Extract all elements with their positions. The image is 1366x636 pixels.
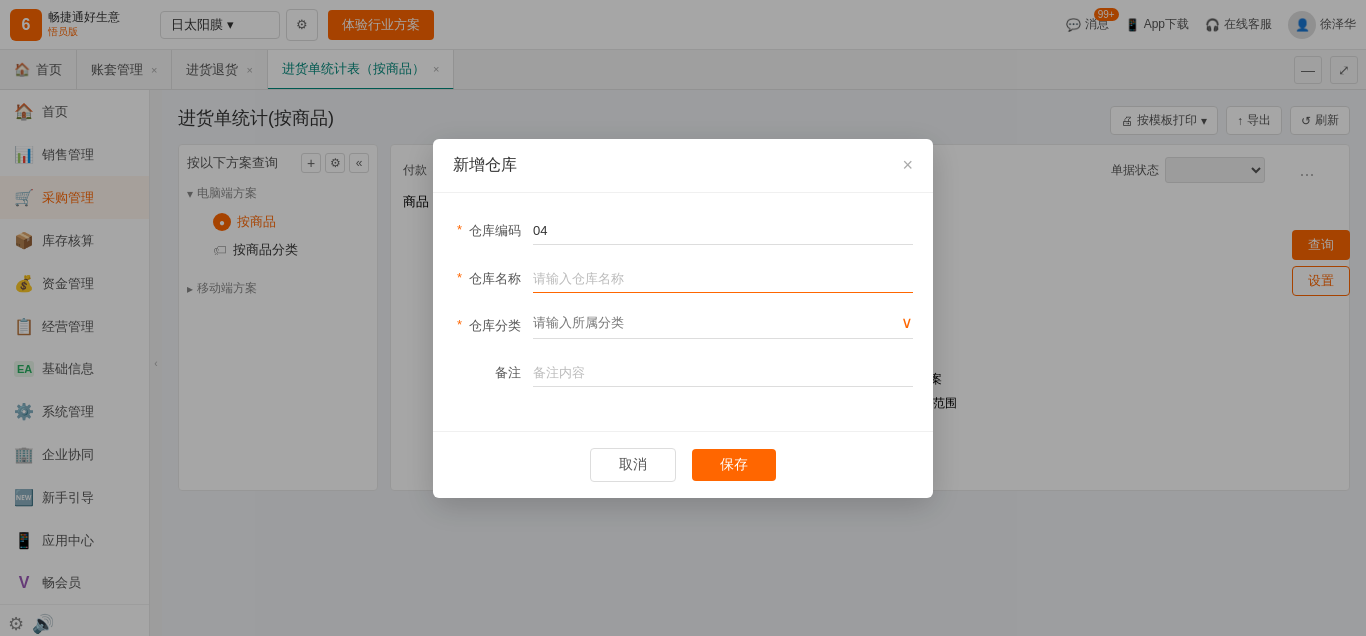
warehouse-code-row: 仓库编码 xyxy=(453,217,913,245)
cancel-button[interactable]: 取消 xyxy=(590,448,676,482)
warehouse-note-input[interactable] xyxy=(533,359,913,387)
modal-overlay[interactable]: 新增仓库 × 仓库编码 仓库名称 仓库分类 ∨ xyxy=(0,0,1366,636)
save-button[interactable]: 保存 xyxy=(692,449,776,481)
warehouse-category-row: 仓库分类 ∨ xyxy=(453,313,913,339)
modal-footer: 取消 保存 xyxy=(433,431,933,498)
warehouse-name-input[interactable] xyxy=(533,265,913,293)
category-select[interactable]: ∨ xyxy=(533,313,913,339)
modal-body: 仓库编码 仓库名称 仓库分类 ∨ 备注 xyxy=(433,193,933,431)
category-label: 仓库分类 xyxy=(453,317,533,335)
modal-title: 新增仓库 xyxy=(453,155,517,176)
name-label: 仓库名称 xyxy=(453,270,533,288)
category-input[interactable] xyxy=(533,315,901,330)
modal-close-button[interactable]: × xyxy=(902,156,913,174)
category-chevron-icon: ∨ xyxy=(901,313,913,332)
warehouse-name-row: 仓库名称 xyxy=(453,265,913,293)
modal-header: 新增仓库 × xyxy=(433,139,933,193)
new-warehouse-modal: 新增仓库 × 仓库编码 仓库名称 仓库分类 ∨ xyxy=(433,139,933,498)
code-label: 仓库编码 xyxy=(453,222,533,240)
note-label: 备注 xyxy=(453,364,533,382)
warehouse-note-row: 备注 xyxy=(453,359,913,387)
warehouse-code-input[interactable] xyxy=(533,217,913,245)
